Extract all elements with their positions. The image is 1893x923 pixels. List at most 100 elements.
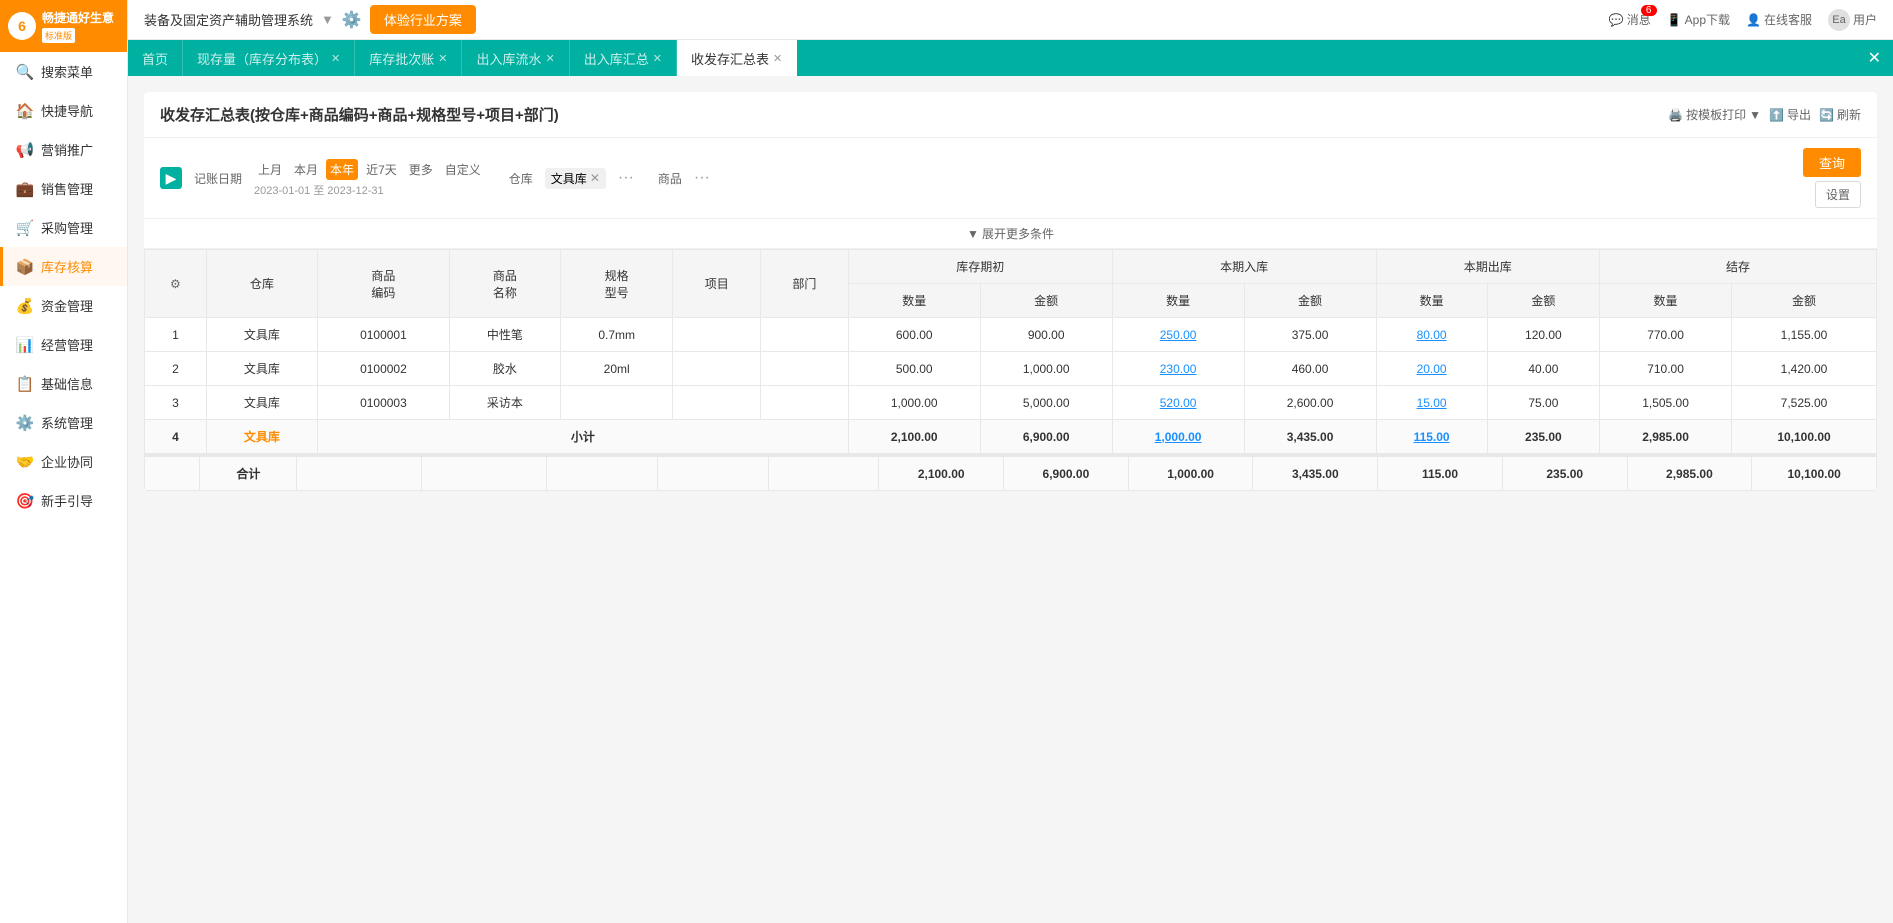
tab-close-icon[interactable]: ✕: [438, 52, 447, 65]
row-in-qty[interactable]: 230.00: [1112, 352, 1244, 386]
expand-icon: ▼: [967, 227, 979, 241]
online-service-button[interactable]: 👤 在线客服: [1746, 11, 1812, 28]
tabs-container: 首页现存量（库存分布表） ✕库存批次账 ✕出入库流水 ✕出入库汇总 ✕收发存汇总…: [128, 40, 797, 76]
gear-button[interactable]: ⚙️: [342, 10, 362, 30]
sidebar-item-经营管理[interactable]: 📊经营管理: [0, 325, 127, 364]
sidebar-item-搜索菜单[interactable]: 🔍搜索菜单: [0, 52, 127, 91]
date-cur-month[interactable]: 本月: [290, 159, 322, 180]
tab-出入库流水[interactable]: 出入库流水 ✕: [462, 40, 569, 76]
header-left: 装备及固定资产辅助管理系统 ▼ ⚙️ 体验行业方案: [144, 5, 476, 34]
total-close-qty: 2,985.00: [1627, 457, 1752, 491]
tab-库存批次账[interactable]: 库存批次账 ✕: [355, 40, 462, 76]
row-out-qty[interactable]: 20.00: [1376, 352, 1487, 386]
tab-close-icon[interactable]: ✕: [653, 52, 662, 65]
total-code: [297, 457, 422, 491]
subtotal-row: 4 文具库 小计 2,100.00 6,900.00 1,000.00 3,43…: [145, 420, 1877, 454]
sidebar-items: 🔍搜索菜单🏠快捷导航📢营销推广💼销售管理🛒采购管理📦库存核算💰资金管理📊经营管理…: [0, 52, 127, 520]
print-button[interactable]: 🖨️ 按模板打印 ▼: [1668, 106, 1761, 123]
th-in: 本期入库: [1112, 250, 1376, 284]
date-7days[interactable]: 近7天: [362, 159, 401, 180]
row-in-qty[interactable]: 250.00: [1112, 318, 1244, 352]
date-options: 上月 本月 本年 近7天 更多 自定义 2023-01-01 至 2023-12…: [254, 159, 485, 198]
user-avatar: Ea: [1828, 9, 1850, 31]
subtotal-out-qty: 115.00: [1376, 420, 1487, 454]
message-button[interactable]: 💬 消息 6: [1609, 11, 1651, 28]
settings-icon[interactable]: ⚙: [170, 277, 181, 291]
sidebar-label: 营销推广: [41, 140, 93, 159]
tab-close-icon[interactable]: ✕: [331, 52, 340, 65]
date-prev-month[interactable]: 上月: [254, 159, 286, 180]
close-all-tabs-button[interactable]: ✕: [1856, 48, 1893, 68]
row-out-qty[interactable]: 80.00: [1376, 318, 1487, 352]
sidebar-label: 新手引导: [41, 491, 93, 510]
subtotal-out-amt: 235.00: [1487, 420, 1599, 454]
sidebar-icon: 📦: [15, 258, 35, 276]
sidebar-item-销售管理[interactable]: 💼销售管理: [0, 169, 127, 208]
date-cur-year[interactable]: 本年: [326, 159, 358, 180]
filter-toggle-button[interactable]: ▶: [160, 167, 182, 189]
expand-conditions-button[interactable]: ▼ 展开更多条件: [967, 225, 1054, 242]
tab-现存量（库存分布表）[interactable]: 现存量（库存分布表） ✕: [183, 40, 355, 76]
tab-close-icon[interactable]: ✕: [773, 52, 782, 65]
user-button[interactable]: Ea 用户: [1828, 9, 1877, 31]
content-area: 收发存汇总表(按仓库+商品编码+商品+规格型号+项目+部门) 🖨️ 按模板打印 …: [128, 76, 1893, 923]
subtotal-in-amt: 3,435.00: [1244, 420, 1376, 454]
sidebar-item-快捷导航[interactable]: 🏠快捷导航: [0, 91, 127, 130]
sidebar-item-新手引导[interactable]: 🎯新手引导: [0, 481, 127, 520]
refresh-button[interactable]: 🔄 刷新: [1819, 106, 1861, 123]
th-settings: ⚙: [145, 250, 207, 318]
set-button[interactable]: 设置: [1815, 181, 1861, 208]
row-in-amt: 375.00: [1244, 318, 1376, 352]
subtotal-close-qty: 2,985.00: [1600, 420, 1732, 454]
date-more[interactable]: 更多: [405, 159, 437, 180]
app-download-button[interactable]: 📱 App下载: [1667, 11, 1730, 28]
tab-close-icon[interactable]: ✕: [546, 52, 555, 65]
total-name: [422, 457, 547, 491]
sidebar-item-资金管理[interactable]: 💰资金管理: [0, 286, 127, 325]
sidebar-item-基础信息[interactable]: 📋基础信息: [0, 364, 127, 403]
row-open-amt: 5,000.00: [980, 386, 1112, 420]
sidebar-item-库存核算[interactable]: 📦库存核算: [0, 247, 127, 286]
row-in-amt: 460.00: [1244, 352, 1376, 386]
row-goods-name: 中性笔: [449, 318, 560, 352]
date-custom[interactable]: 自定义: [441, 159, 485, 180]
tab-出入库汇总[interactable]: 出入库汇总 ✕: [570, 40, 677, 76]
row-open-qty: 500.00: [848, 352, 980, 386]
row-in-qty[interactable]: 520.00: [1112, 386, 1244, 420]
row-open-amt: 900.00: [980, 318, 1112, 352]
tab-收发存汇总表[interactable]: 收发存汇总表 ✕: [677, 40, 797, 76]
total-close-amt: 10,100.00: [1752, 457, 1877, 491]
total-open-qty: 2,100.00: [879, 457, 1004, 491]
row-out-qty[interactable]: 15.00: [1376, 386, 1487, 420]
dropdown-icon[interactable]: ▼: [321, 12, 334, 27]
row-goods-name: 采访本: [449, 386, 560, 420]
row-project: [673, 352, 761, 386]
sidebar-item-采购管理[interactable]: 🛒采购管理: [0, 208, 127, 247]
th-project: 项目: [673, 250, 761, 318]
query-button[interactable]: 查询: [1803, 148, 1861, 177]
sidebar-item-营销推广[interactable]: 📢营销推广: [0, 130, 127, 169]
date-label: 记账日期: [194, 170, 242, 187]
row-index: 3: [145, 386, 207, 420]
try-button[interactable]: 体验行业方案: [370, 5, 476, 34]
tab-label: 出入库流水: [476, 49, 541, 68]
th-out-amt: 金额: [1487, 284, 1599, 318]
row-close-amt: 1,155.00: [1732, 318, 1877, 352]
warehouse-more-button[interactable]: ···: [618, 169, 634, 187]
subtotal-warehouse: 文具库: [206, 420, 317, 454]
th-goods-spec: 规格型号: [560, 250, 672, 318]
sidebar-label: 企业协同: [41, 452, 93, 471]
row-open-amt: 1,000.00: [980, 352, 1112, 386]
sidebar-item-企业协同[interactable]: 🤝企业协同: [0, 442, 127, 481]
sidebar-label: 搜索菜单: [41, 62, 93, 81]
tab-首页[interactable]: 首页: [128, 40, 183, 76]
warehouse-remove-button[interactable]: ✕: [590, 171, 600, 185]
table-total-row: 合计 2,100.00 6,900.00 1,000.00 3,435.00 1…: [144, 454, 1877, 491]
goods-more-button[interactable]: ···: [694, 169, 710, 187]
sidebar: 6 畅捷通好生意 标准版 🔍搜索菜单🏠快捷导航📢营销推广💼销售管理🛒采购管理📦库…: [0, 0, 128, 923]
export-button[interactable]: ⬆️ 导出: [1769, 106, 1811, 123]
th-out: 本期出库: [1376, 250, 1600, 284]
sidebar-item-系统管理[interactable]: ⚙️系统管理: [0, 403, 127, 442]
sidebar-label: 资金管理: [41, 296, 93, 315]
table-row: 2 文具库 0100002 胶水 20ml 500.00 1,000.00 23…: [145, 352, 1877, 386]
